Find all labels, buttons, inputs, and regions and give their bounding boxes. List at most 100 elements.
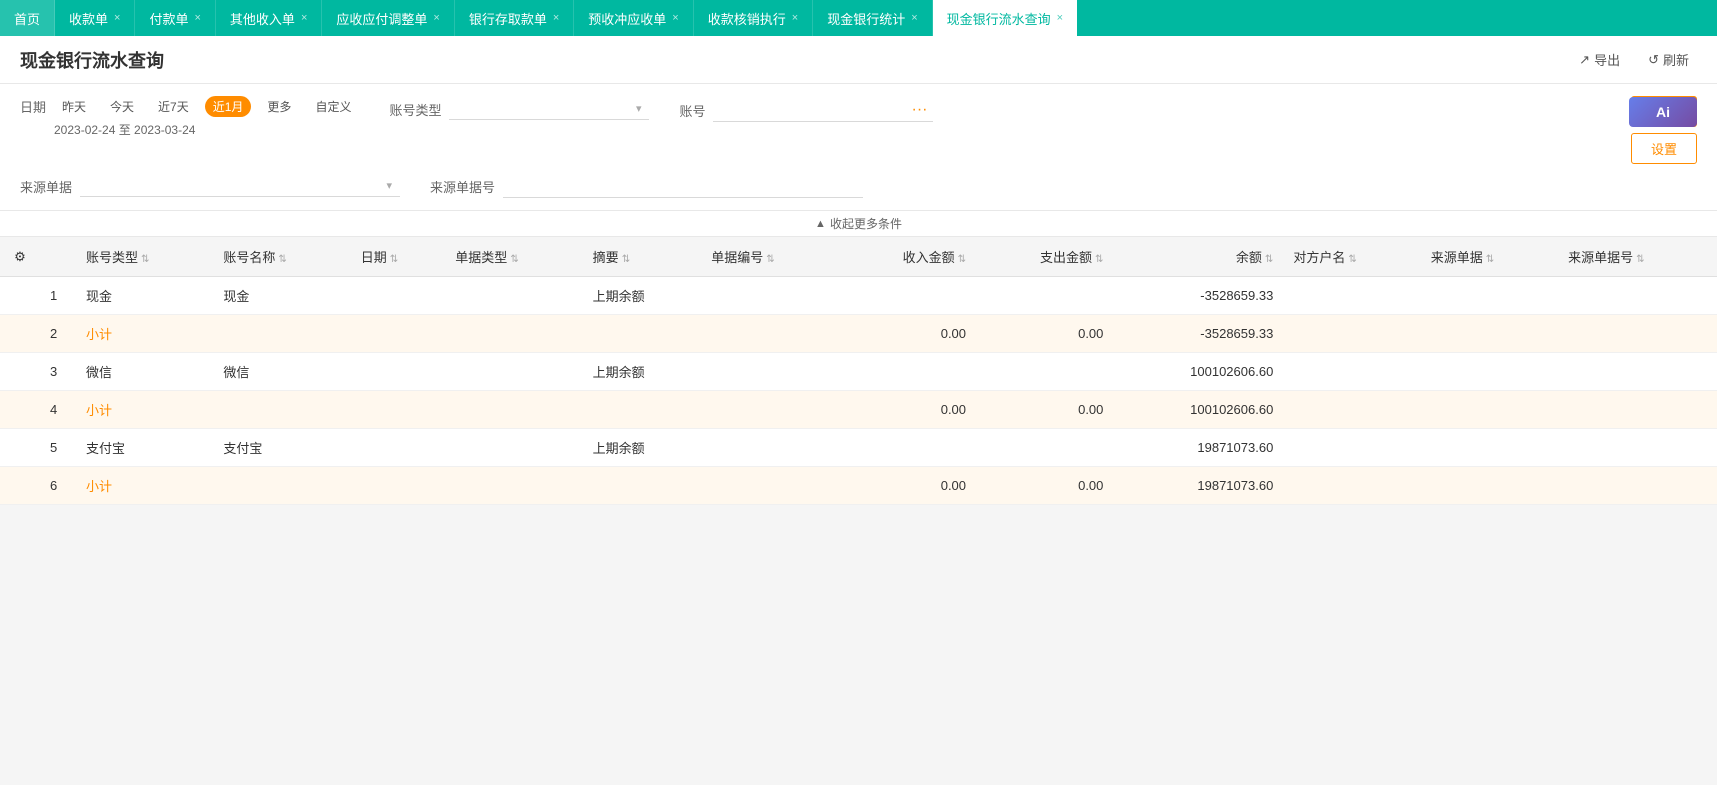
row-source-doc (1421, 315, 1558, 353)
col-source-doc[interactable]: 来源单据⇅ (1421, 237, 1558, 277)
export-button[interactable]: ↗ 导出 (1571, 46, 1628, 73)
date-btn-custom[interactable]: 自定义 (307, 96, 359, 117)
row-balance: 19871073.60 (1113, 429, 1283, 467)
close-icon[interactable]: × (911, 12, 917, 24)
row-expense (976, 277, 1113, 315)
nav-tab-liushui[interactable]: 现金银行流水查询 × (933, 0, 1077, 36)
row-income (839, 429, 976, 467)
table-row: 4 小计 0.00 0.00 100102606.60 (0, 391, 1717, 429)
nav-tab-yushou[interactable]: 预收冲应收单 × (574, 0, 693, 36)
row-income (839, 353, 976, 391)
row-expense: 0.00 (976, 391, 1113, 429)
source-doc-label: 来源单据 (20, 177, 72, 196)
col-balance[interactable]: 余额⇅ (1113, 237, 1283, 277)
account-input[interactable] (713, 98, 905, 121)
header-actions: ↗ 导出 ↺ 刷新 (1571, 46, 1697, 73)
row-index: 1 (40, 277, 76, 315)
sort-icon: ⇅ (141, 254, 149, 265)
row-date (351, 429, 446, 467)
col-summary[interactable]: 摘要⇅ (583, 237, 702, 277)
nav-tab-label: 现金银行统计 (827, 9, 905, 28)
chevron-down-icon: ▾ (386, 179, 392, 192)
close-icon[interactable]: × (433, 12, 439, 24)
page-title: 现金银行流水查询 (20, 47, 164, 73)
row-income (839, 277, 976, 315)
close-icon[interactable]: × (792, 12, 798, 24)
close-icon[interactable]: × (301, 12, 307, 24)
row-summary: 上期余额 (583, 429, 702, 467)
collapse-label: 收起更多条件 (830, 215, 902, 232)
col-account-name[interactable]: 账号名称⇅ (213, 237, 350, 277)
date-btn-more[interactable]: 更多 (259, 96, 299, 117)
ai-badge[interactable]: Ai (1629, 97, 1697, 127)
nav-home[interactable]: 首页 (0, 0, 55, 36)
close-icon[interactable]: × (194, 12, 200, 24)
source-doc-no-input[interactable] (503, 174, 863, 198)
row-income: 0.00 (839, 391, 976, 429)
nav-tab-hexiao[interactable]: 收款核销执行 × (694, 0, 813, 36)
nav-tab-yingshou[interactable]: 应收应付调整单 × (322, 0, 454, 36)
col-doc-no[interactable]: 单据编号⇅ (701, 237, 838, 277)
export-label: 导出 (1594, 50, 1620, 69)
row-doc-no (701, 353, 838, 391)
row-doc-type (445, 467, 582, 505)
collapse-bar[interactable]: ▲ 收起更多条件 (0, 211, 1717, 237)
row-summary (583, 467, 702, 505)
table-row: 5 支付宝 支付宝 上期余额 19871073.60 (0, 429, 1717, 467)
nav-tab-tongji[interactable]: 现金银行统计 × (813, 0, 932, 36)
date-range-display: 2023-02-24 至 2023-03-24 (54, 123, 195, 137)
export-icon: ↗ (1579, 52, 1590, 68)
row-gear (0, 391, 40, 429)
nav-tab-label: 现金银行流水查询 (947, 9, 1051, 28)
col-date[interactable]: 日期⇅ (351, 237, 446, 277)
row-doc-no (701, 467, 838, 505)
row-source-doc (1421, 467, 1558, 505)
date-btn-yesterday[interactable]: 昨天 (54, 96, 94, 117)
nav-tab-qita[interactable]: 其他收入单 × (216, 0, 322, 36)
col-source-doc-no[interactable]: 来源单据号⇅ (1558, 237, 1717, 277)
nav-tab-shoudan[interactable]: 收款单 × (55, 0, 135, 36)
close-icon[interactable]: × (553, 12, 559, 24)
row-doc-type (445, 315, 582, 353)
row-account-type: 支付宝 (76, 429, 213, 467)
date-btn-7days[interactable]: 近7天 (150, 96, 197, 117)
sort-icon: ⇅ (958, 254, 966, 265)
sort-icon: ⇅ (622, 254, 630, 265)
row-account-name (213, 467, 350, 505)
account-type-select[interactable]: ▾ (449, 98, 649, 120)
close-icon[interactable]: × (1057, 12, 1063, 24)
row-counterparty (1283, 391, 1420, 429)
row-date (351, 467, 446, 505)
col-counterparty[interactable]: 对方户名⇅ (1283, 237, 1420, 277)
row-source-doc-no (1558, 315, 1717, 353)
row-counterparty (1283, 315, 1420, 353)
account-type-label: 账号类型 (389, 100, 441, 119)
sort-icon: ⇅ (390, 254, 398, 265)
row-balance: 100102606.60 (1113, 353, 1283, 391)
col-doc-type[interactable]: 单据类型⇅ (445, 237, 582, 277)
nav-tab-label: 其他收入单 (230, 9, 295, 28)
dots-icon[interactable]: ··· (905, 101, 933, 119)
nav-tab-label: 应收应付调整单 (336, 9, 427, 28)
row-account-type: 小计 (76, 315, 213, 353)
row-income: 0.00 (839, 315, 976, 353)
source-doc-select[interactable]: ▾ (80, 175, 400, 197)
row-index: 6 (40, 467, 76, 505)
close-icon[interactable]: × (672, 12, 678, 24)
nav-tab-fukuan[interactable]: 付款单 × (135, 0, 215, 36)
date-btn-today[interactable]: 今天 (102, 96, 142, 117)
nav-tab-yinhang[interactable]: 银行存取款单 × (455, 0, 574, 36)
date-btn-1month[interactable]: 近1月 (205, 96, 252, 117)
col-expense[interactable]: 支出金额⇅ (976, 237, 1113, 277)
col-gear[interactable]: ⚙ (0, 237, 40, 277)
account-label: 账号 (679, 101, 705, 120)
close-icon[interactable]: × (114, 12, 120, 24)
top-navigation: 首页 收款单 × 付款单 × 其他收入单 × 应收应付调整单 × 银行存取款单 … (0, 0, 1717, 36)
table-header-row: ⚙ 账号类型⇅ 账号名称⇅ 日期⇅ 单据类型⇅ 摘要⇅ 单据编号 (0, 237, 1717, 277)
row-doc-type (445, 353, 582, 391)
col-income[interactable]: 收入金额⇅ (839, 237, 976, 277)
nav-tab-label: 预收冲应收单 (588, 9, 666, 28)
refresh-button[interactable]: ↺ 刷新 (1640, 46, 1697, 73)
settings-button[interactable]: 设置 (1631, 133, 1697, 164)
col-account-type[interactable]: 账号类型⇅ (76, 237, 213, 277)
